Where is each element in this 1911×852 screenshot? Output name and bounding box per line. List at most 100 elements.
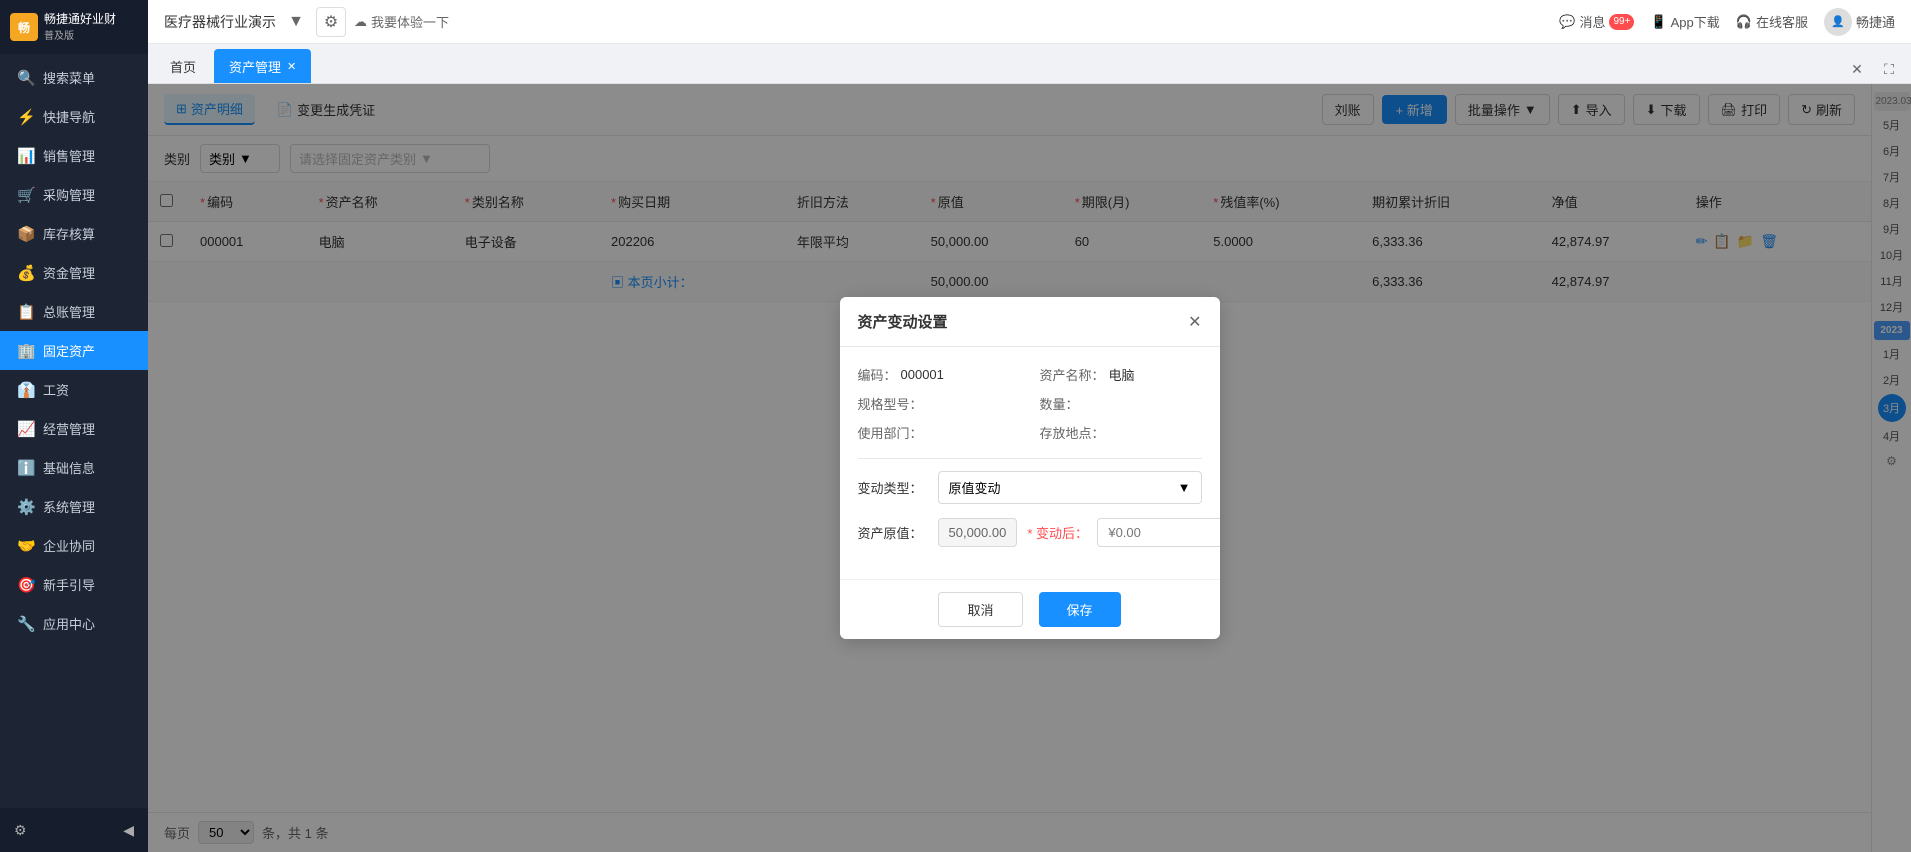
sidebar-item-system[interactable]: ⚙️ 系统管理 (0, 487, 148, 526)
logo-text: 畅捷通好业财 (44, 12, 116, 28)
tab-home-label: 首页 (170, 57, 196, 76)
after-change-input[interactable] (1097, 518, 1219, 547)
sidebar-item-label: 快捷导航 (43, 107, 95, 126)
modal-quantity-label: 数量： (1040, 394, 1079, 413)
save-button[interactable]: 保存 (1039, 592, 1121, 627)
experience-label: 我要体验一下 (371, 12, 449, 31)
change-type-value: 原值变动 (949, 478, 1001, 497)
finance-icon: 💰 (17, 264, 35, 282)
app-download-action[interactable]: 📱 App下载 (1650, 12, 1719, 31)
sidebar-nav: 🔍 搜索菜单 ⚡ 快捷导航 📊 销售管理 🛒 采购管理 📦 库存核算 💰 资金管… (0, 54, 148, 808)
ledger-icon: 📋 (17, 303, 35, 321)
basic-icon: ℹ️ (17, 459, 35, 477)
apps-icon: 🔧 (17, 615, 35, 633)
modal-code-value: 000001 (901, 367, 944, 382)
sidebar-item-fixed-assets[interactable]: 🏢 固定资产 (0, 331, 148, 370)
asset-value-row: 资产原值： 50,000.00 * 变动后： (858, 518, 1202, 547)
asset-change-modal: 资产变动设置 ✕ 编码： 000001 资产名称： 电脑 (840, 297, 1220, 639)
sidebar-item-finance[interactable]: 💰 资金管理 (0, 253, 148, 292)
modal-close-btn[interactable]: ✕ (1188, 312, 1201, 332)
modal-name-label: 资产名称： (1040, 365, 1105, 384)
main-content: 医疗器械行业演示 ▼ ⚙ ☁ 我要体验一下 💬 消息 99+ 📱 App下载 🎧… (148, 0, 1911, 852)
sidebar-item-label: 搜索菜单 (43, 68, 95, 87)
sidebar-logo: 畅 畅捷通好业财 普及版 (0, 0, 148, 54)
message-icon: 💬 (1559, 14, 1575, 30)
sidebar-item-purchase[interactable]: 🛒 采购管理 (0, 175, 148, 214)
sidebar-item-ledger[interactable]: 📋 总账管理 (0, 292, 148, 331)
header-left: 医疗器械行业演示 ▼ ⚙ ☁ 我要体验一下 (164, 7, 449, 37)
salary-icon: 👔 (17, 381, 35, 399)
modal-header: 资产变动设置 ✕ (840, 297, 1220, 347)
modal-overlay: 资产变动设置 ✕ 编码： 000001 资产名称： 电脑 (148, 84, 1911, 852)
tab-actions: ✕ ⛶ (1843, 55, 1911, 83)
app-download-label: App下载 (1671, 12, 1720, 31)
tab-close-icon[interactable]: ✕ (287, 60, 296, 73)
sidebar-item-label: 工资 (43, 380, 69, 399)
modal-info-grid: 编码： 000001 资产名称： 电脑 规格型号： 数量： (858, 365, 1202, 442)
modal-location-item: 存放地点： (1040, 423, 1202, 442)
settings-footer-icon[interactable]: ⚙ (14, 822, 27, 839)
asset-value-label: 资产原值： (858, 523, 928, 542)
cancel-button[interactable]: 取消 (938, 592, 1022, 627)
sidebar-item-label: 新手引导 (43, 575, 95, 594)
sidebar-item-label: 应用中心 (43, 614, 95, 633)
modal-code-label: 编码： (858, 365, 897, 384)
sales-icon: 📊 (17, 147, 35, 165)
online-service-action[interactable]: 🎧 在线客服 (1736, 12, 1808, 31)
tab-maximize-btn[interactable]: ⛶ (1875, 55, 1903, 83)
sidebar-item-quicknav[interactable]: ⚡ 快捷导航 (0, 97, 148, 136)
sidebar-item-label: 固定资产 (43, 341, 95, 360)
service-label: 在线客服 (1756, 12, 1808, 31)
sidebar-item-label: 基础信息 (43, 458, 95, 477)
sidebar-item-enterprise[interactable]: 🤝 企业协同 (0, 526, 148, 565)
tab-asset-label: 资产管理 (229, 57, 281, 76)
operations-icon: 📈 (17, 420, 35, 438)
user-action[interactable]: 👤 畅捷通 (1824, 8, 1895, 36)
experience-btn[interactable]: ☁ 我要体验一下 (354, 12, 449, 31)
collapse-icon[interactable]: ◀ (123, 822, 134, 839)
modal-footer: 取消 保存 (840, 579, 1220, 639)
sidebar: 畅 畅捷通好业财 普及版 🔍 搜索菜单 ⚡ 快捷导航 📊 销售管理 🛒 采购管理… (0, 0, 148, 852)
sidebar-item-operations[interactable]: 📈 经营管理 (0, 409, 148, 448)
quicknav-icon: ⚡ (17, 108, 35, 126)
top-header: 医疗器械行业演示 ▼ ⚙ ☁ 我要体验一下 💬 消息 99+ 📱 App下载 🎧… (148, 0, 1911, 44)
settings-btn[interactable]: ⚙ (316, 7, 346, 37)
save-label: 保存 (1067, 603, 1093, 618)
company-dropdown-btn[interactable]: ▼ (284, 10, 308, 34)
enterprise-icon: 🤝 (17, 537, 35, 555)
change-type-row: 变动类型： 原值变动 ▼ (858, 471, 1202, 504)
company-name: 医疗器械行业演示 (164, 12, 276, 32)
sidebar-item-label: 销售管理 (43, 146, 95, 165)
modal-code-item: 编码： 000001 (858, 365, 1020, 384)
sidebar-item-sales[interactable]: 📊 销售管理 (0, 136, 148, 175)
inventory-icon: 📦 (17, 225, 35, 243)
sidebar-item-label: 总账管理 (43, 302, 95, 321)
change-type-label: 变动类型： (858, 478, 928, 497)
system-icon: ⚙️ (17, 498, 35, 516)
change-type-dropdown-icon: ▼ (1178, 480, 1191, 495)
sidebar-item-label: 经营管理 (43, 419, 95, 438)
search-icon: 🔍 (17, 69, 35, 87)
change-type-select[interactable]: 原值变动 ▼ (938, 471, 1202, 504)
header-right: 💬 消息 99+ 📱 App下载 🎧 在线客服 👤 畅捷通 (1559, 8, 1895, 36)
sidebar-item-inventory[interactable]: 📦 库存核算 (0, 214, 148, 253)
modal-name-item: 资产名称： 电脑 (1040, 365, 1202, 384)
message-action[interactable]: 💬 消息 99+ (1559, 12, 1634, 31)
asset-value-display: 50,000.00 (938, 518, 1018, 547)
fixed-assets-icon: 🏢 (17, 342, 35, 360)
tab-home[interactable]: 首页 (156, 49, 210, 83)
modal-divider (858, 458, 1202, 459)
tab-close-btn[interactable]: ✕ (1843, 55, 1871, 83)
guide-icon: 🎯 (17, 576, 35, 594)
sidebar-item-apps[interactable]: 🔧 应用中心 (0, 604, 148, 643)
tab-asset-management[interactable]: 资产管理 ✕ (214, 49, 311, 83)
sidebar-item-salary[interactable]: 👔 工资 (0, 370, 148, 409)
modal-spec-label: 规格型号： (858, 394, 923, 413)
sidebar-item-search[interactable]: 🔍 搜索菜单 (0, 58, 148, 97)
modal-location-label: 存放地点： (1040, 423, 1105, 442)
purchase-icon: 🛒 (17, 186, 35, 204)
sidebar-item-guide[interactable]: 🎯 新手引导 (0, 565, 148, 604)
modal-dept-label: 使用部门： (858, 423, 923, 442)
sidebar-item-basic[interactable]: ℹ️ 基础信息 (0, 448, 148, 487)
modal-body: 编码： 000001 资产名称： 电脑 规格型号： 数量： (840, 347, 1220, 579)
